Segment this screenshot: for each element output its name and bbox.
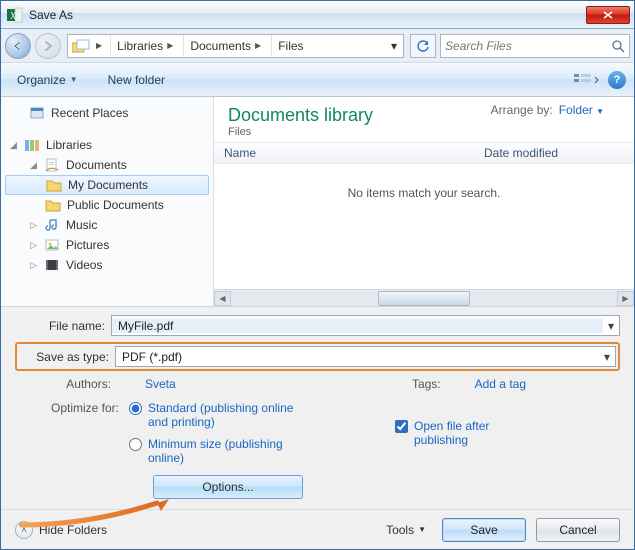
- breadcrumb-files[interactable]: Files: [272, 35, 309, 57]
- chevron-down-icon: ▼: [596, 107, 604, 116]
- new-folder-button[interactable]: New folder: [100, 70, 173, 90]
- horizontal-scrollbar[interactable]: ◀ ▶: [214, 289, 634, 306]
- breadcrumb-documents[interactable]: Documents▶: [184, 35, 272, 57]
- folder-icon: [45, 197, 61, 213]
- cancel-button[interactable]: Cancel: [536, 518, 620, 542]
- tree-pictures[interactable]: ▷ Pictures: [1, 235, 213, 255]
- tree-videos[interactable]: ▷ Videos: [1, 255, 213, 275]
- authors-value[interactable]: Sveta: [145, 377, 176, 391]
- scroll-left-icon[interactable]: ◀: [214, 291, 231, 306]
- col-date[interactable]: Date modified: [484, 146, 624, 160]
- options-button[interactable]: Options...: [153, 475, 303, 499]
- save-type-highlight: Save as type: PDF (*.pdf) ▾: [15, 342, 620, 371]
- chevron-up-icon: ˄: [15, 521, 33, 539]
- chevron-down-icon: ▼: [418, 525, 426, 534]
- refresh-button[interactable]: [410, 34, 436, 58]
- optimize-standard-radio[interactable]: Standard (publishing online and printing…: [129, 401, 298, 429]
- view-mode-button[interactable]: [574, 72, 600, 88]
- authors-label: Authors:: [49, 377, 111, 391]
- chevron-down-icon[interactable]: ▾: [599, 350, 615, 364]
- tree-recent-places[interactable]: Recent Places: [1, 103, 213, 123]
- recent-places-icon: [29, 105, 45, 121]
- column-headers[interactable]: Name Date modified: [214, 142, 634, 164]
- collapse-icon[interactable]: ◢: [29, 160, 38, 171]
- folder-stack-icon: [72, 38, 92, 54]
- organize-button[interactable]: Organize▼: [9, 70, 86, 90]
- hide-folders-button[interactable]: ˄ Hide Folders: [15, 521, 107, 539]
- arrange-by[interactable]: Arrange by: Folder ▼: [491, 103, 604, 117]
- title-bar: X Save As: [1, 1, 634, 29]
- optimize-minimum-radio[interactable]: Minimum size (publishing online): [129, 437, 298, 465]
- nav-back-button[interactable]: [5, 33, 31, 59]
- breadcrumb-libraries[interactable]: Libraries▶: [111, 35, 184, 57]
- search-input[interactable]: Search Files: [440, 34, 630, 58]
- tree-my-documents[interactable]: My Documents: [5, 175, 209, 195]
- col-name[interactable]: Name: [224, 146, 484, 160]
- expand-icon[interactable]: ▷: [29, 240, 38, 251]
- documents-icon: [44, 157, 60, 173]
- nav-row: ▶ Libraries▶ Documents▶ Files ▾ Search F…: [1, 29, 634, 63]
- empty-message: No items match your search.: [214, 164, 634, 289]
- music-icon: [44, 217, 60, 233]
- breadcrumb-dropdown-icon[interactable]: ▾: [385, 39, 403, 53]
- save-button[interactable]: Save: [442, 518, 526, 542]
- breadcrumb[interactable]: ▶ Libraries▶ Documents▶ Files ▾: [67, 34, 404, 58]
- tools-menu[interactable]: Tools ▼: [386, 523, 432, 537]
- tree-public-documents[interactable]: Public Documents: [1, 195, 213, 215]
- pictures-icon: [44, 237, 60, 253]
- tree-documents[interactable]: ◢ Documents: [1, 155, 213, 175]
- nav-tree[interactable]: Recent Places ◢ Libraries ◢ Documents My…: [1, 97, 214, 306]
- tree-libraries[interactable]: ◢ Libraries: [1, 135, 213, 155]
- save-type-label: Save as type:: [19, 350, 115, 364]
- file-name-input[interactable]: MyFile.pdf ▾: [111, 315, 620, 336]
- chevron-down-icon[interactable]: ▾: [603, 319, 619, 333]
- svg-text:X: X: [10, 11, 17, 21]
- library-subtitle: Files: [228, 126, 620, 138]
- help-button[interactable]: ?: [608, 71, 626, 89]
- search-icon: [611, 39, 625, 53]
- tree-music[interactable]: ▷ Music: [1, 215, 213, 235]
- excel-icon: X: [7, 7, 23, 23]
- save-as-dialog: X Save As ▶ Libraries▶ Documents▶ Files …: [0, 0, 635, 550]
- optimize-label: Optimize for:: [49, 401, 119, 415]
- libraries-icon: [24, 137, 40, 153]
- collapse-icon[interactable]: ◢: [9, 140, 18, 151]
- videos-icon: [44, 257, 60, 273]
- scroll-right-icon[interactable]: ▶: [617, 291, 634, 306]
- scroll-thumb[interactable]: [378, 291, 471, 306]
- folder-icon: [46, 177, 62, 193]
- tags-value[interactable]: Add a tag: [475, 377, 526, 391]
- window-title: Save As: [29, 8, 73, 22]
- footer: ˄ Hide Folders Tools ▼ Save Cancel: [1, 509, 634, 549]
- form-area: File name: MyFile.pdf ▾ Save as type: PD…: [1, 306, 634, 509]
- tags-label: Tags:: [379, 377, 441, 391]
- toolbar: Organize▼ New folder ?: [1, 63, 634, 97]
- main-area: Recent Places ◢ Libraries ◢ Documents My…: [1, 97, 634, 306]
- save-type-select[interactable]: PDF (*.pdf) ▾: [115, 346, 616, 367]
- file-view: Documents library Files Name Date modifi…: [214, 97, 634, 306]
- expand-icon[interactable]: ▷: [29, 220, 38, 231]
- file-name-label: File name:: [15, 319, 111, 333]
- search-placeholder: Search Files: [445, 39, 512, 53]
- open-after-checkbox[interactable]: Open file after publishing: [395, 419, 524, 447]
- close-button[interactable]: [586, 6, 630, 24]
- expand-icon[interactable]: ▷: [29, 260, 38, 271]
- nav-forward-button[interactable]: [35, 33, 61, 59]
